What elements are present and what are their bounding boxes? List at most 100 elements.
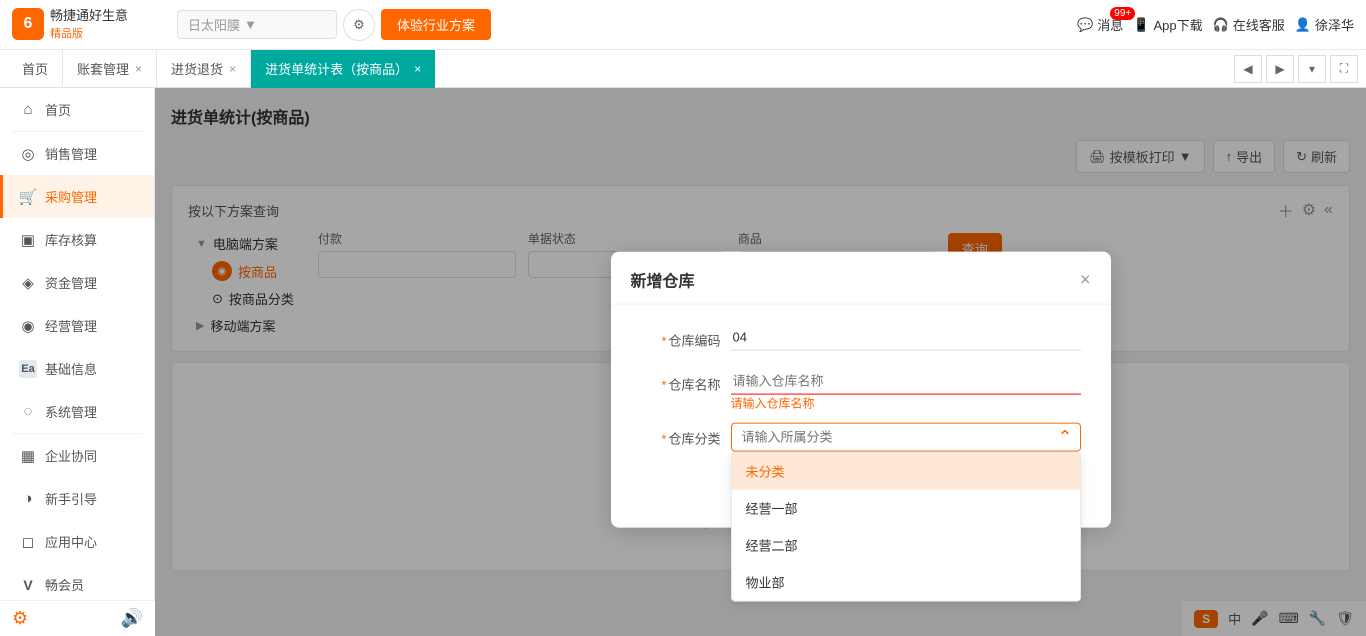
sidebar-system-label: 系统管理 [45,402,97,421]
sidebar-inventory-label: 库存核算 [45,230,97,249]
form-row-category: 仓库分类 ⌃ 未分类 经营一部 经营二部 物业部 [641,423,1081,452]
online-service-btn[interactable]: 🎧 在线客服 [1213,15,1285,34]
logo-name: 畅捷通好生意 [50,8,128,25]
form-row-name: 仓库名称 请输入仓库名称 [641,369,1081,395]
header-right: 💬 消息 99+ 📱 App下载 🎧 在线客服 👤 徐泽华 [1077,15,1354,34]
dropdown-item-none[interactable]: 未分类 [732,453,1080,490]
sidebar-item-enterprise[interactable]: ▦ 企业协同 [0,434,154,477]
basicinfo-icon: Ea [19,360,37,378]
modal-title: 新增仓库 [631,268,695,292]
form-label-category: 仓库分类 [641,423,731,448]
headset-icon: 🎧 [1213,17,1229,33]
tab-bar: 首页 账套管理 × 进货退货 × 进货单统计表（按商品） × ◀ ▶ ▾ ⛶ [0,50,1366,88]
category-dropdown-list: 未分类 经营一部 经营二部 物业部 [731,452,1081,602]
trial-button[interactable]: 体验行业方案 [381,9,491,40]
form-label-code: 仓库编码 [641,325,731,350]
sidebar-item-sales[interactable]: ◎ 销售管理 [0,132,154,175]
tab-fullscreen[interactable]: ⛶ [1330,55,1358,83]
sidebar-item-appcenter[interactable]: ◻ 应用中心 [0,520,154,563]
sidebar-member-label: 畅会员 [45,575,84,594]
sidebar: ⌂ 首页 ◎ 销售管理 🛒 采购管理 ▣ 库存核算 ◈ 资金管理 ◉ 经营管理 … [0,88,155,636]
tab-scroll-left[interactable]: ◀ [1234,55,1262,83]
user-menu[interactable]: 👤 徐泽华 [1295,15,1354,34]
member-icon: V [19,576,37,594]
sidebar-item-operation[interactable]: ◉ 经营管理 [0,304,154,347]
tab-scroll-right[interactable]: ▶ [1266,55,1294,83]
category-input[interactable] [731,423,1081,452]
sidebar-item-finance[interactable]: ◈ 资金管理 [0,261,154,304]
home-icon: ⌂ [19,101,37,119]
name-input[interactable] [731,369,1081,395]
modal-header: 新增仓库 × [611,252,1111,305]
tab-controls: ◀ ▶ ▾ ⛶ [1234,55,1358,83]
content-area: 进货单统计(按商品) 🖨 按模板打印 ▼ ↑ 导出 ↻ 刷新 [155,88,1366,636]
code-input[interactable] [731,325,1081,351]
app-logo-icon: 6 [12,8,44,40]
sidebar-item-basicinfo[interactable]: Ea 基础信息 [0,347,154,390]
tab-purchase-return[interactable]: 进货退货 × [157,50,251,88]
tab-purchase-stats-close[interactable]: × [414,62,421,76]
logo-sub: 精品版 [50,25,128,41]
settings-icon-btn[interactable]: ⚙ [343,9,375,41]
purchase-icon: 🛒 [19,188,37,206]
appcenter-icon: ◻ [19,533,37,551]
app-download-btn[interactable]: 📱 App下载 [1133,15,1202,34]
finance-icon: ◈ [19,274,37,292]
tab-accounts-close[interactable]: × [135,62,142,76]
tab-purchase-return-close[interactable]: × [229,62,236,76]
search-dropdown-icon[interactable]: ▼ [244,17,257,32]
tab-purchase-return-label: 进货退货 [171,59,223,78]
category-select-wrapper: ⌃ 未分类 经营一部 经营二部 物业部 [731,423,1081,452]
logo-text-block: 畅捷通好生意 精品版 [50,8,128,41]
tab-home[interactable]: 首页 [8,50,63,88]
tab-home-label: 首页 [22,59,48,78]
top-header: 6 畅捷通好生意 精品版 日太阳膜 ▼ ⚙ 体验行业方案 💬 消息 99+ 📱 … [0,0,1366,50]
logo-area: 6 畅捷通好生意 精品版 [12,8,167,41]
sidebar-item-home[interactable]: ⌂ 首页 [0,88,154,131]
system-icon: ◌ [19,403,37,421]
sidebar-basicinfo-label: 基础信息 [45,359,97,378]
guide-icon: ◑ [19,490,37,508]
enterprise-icon: ▦ [19,447,37,465]
operation-icon: ◉ [19,317,37,335]
user-avatar-icon: 👤 [1295,17,1311,33]
tab-purchase-stats[interactable]: 进货单统计表（按商品） × [251,50,435,88]
sales-icon: ◎ [19,145,37,163]
search-value: 日太阳膜 [188,15,240,34]
notification-bell[interactable]: 💬 消息 99+ [1077,15,1123,34]
user-name: 徐泽华 [1315,15,1354,34]
search-box[interactable]: 日太阳膜 ▼ [177,10,337,39]
sidebar-purchase-label: 采购管理 [45,187,97,206]
app-download-label: App下载 [1153,15,1202,34]
sidebar-bottom-settings-icon[interactable]: ⚙ [12,608,28,629]
tab-accounts[interactable]: 账套管理 × [63,50,157,88]
tab-menu[interactable]: ▾ [1298,55,1326,83]
sidebar-bottom-bar: ⚙ 🔊 [0,600,155,636]
bell-icon: 💬 [1077,17,1093,33]
name-error-msg: 请输入仓库名称 [731,395,815,412]
sidebar-bottom-sound-icon[interactable]: 🔊 [121,608,143,629]
sidebar-enterprise-label: 企业协同 [45,446,97,465]
sidebar-sales-label: 销售管理 [45,144,97,163]
online-service-label: 在线客服 [1233,15,1285,34]
modal-close-button[interactable]: × [1080,269,1091,290]
tab-purchase-stats-label: 进货单统计表（按商品） [265,59,408,78]
dropdown-item-dept2[interactable]: 经营二部 [732,527,1080,564]
dropdown-item-dept1[interactable]: 经营一部 [732,490,1080,527]
modal-body: 仓库编码 仓库名称 请输入仓库名称 仓库分类 ⌃ [611,305,1111,472]
sidebar-item-purchase[interactable]: 🛒 采购管理 [0,175,154,218]
new-warehouse-modal: 新增仓库 × 仓库编码 仓库名称 请输入仓库名称 [611,252,1111,528]
header-search: 日太阳膜 ▼ ⚙ 体验行业方案 [167,9,1077,41]
sidebar-item-guide[interactable]: ◑ 新手引导 [0,477,154,520]
sidebar-appcenter-label: 应用中心 [45,532,97,551]
form-row-code: 仓库编码 [641,325,1081,351]
sidebar-item-inventory[interactable]: ▣ 库存核算 [0,218,154,261]
dropdown-item-dept3[interactable]: 物业部 [732,564,1080,601]
sidebar-item-system[interactable]: ◌ 系统管理 [0,390,154,433]
main-layout: ⌂ 首页 ◎ 销售管理 🛒 采购管理 ▣ 库存核算 ◈ 资金管理 ◉ 经营管理 … [0,88,1366,636]
sidebar-operation-label: 经营管理 [45,316,97,335]
sidebar-home-label: 首页 [45,100,71,119]
inventory-icon: ▣ [19,231,37,249]
form-label-name: 仓库名称 [641,369,731,394]
tab-accounts-label: 账套管理 [77,59,129,78]
